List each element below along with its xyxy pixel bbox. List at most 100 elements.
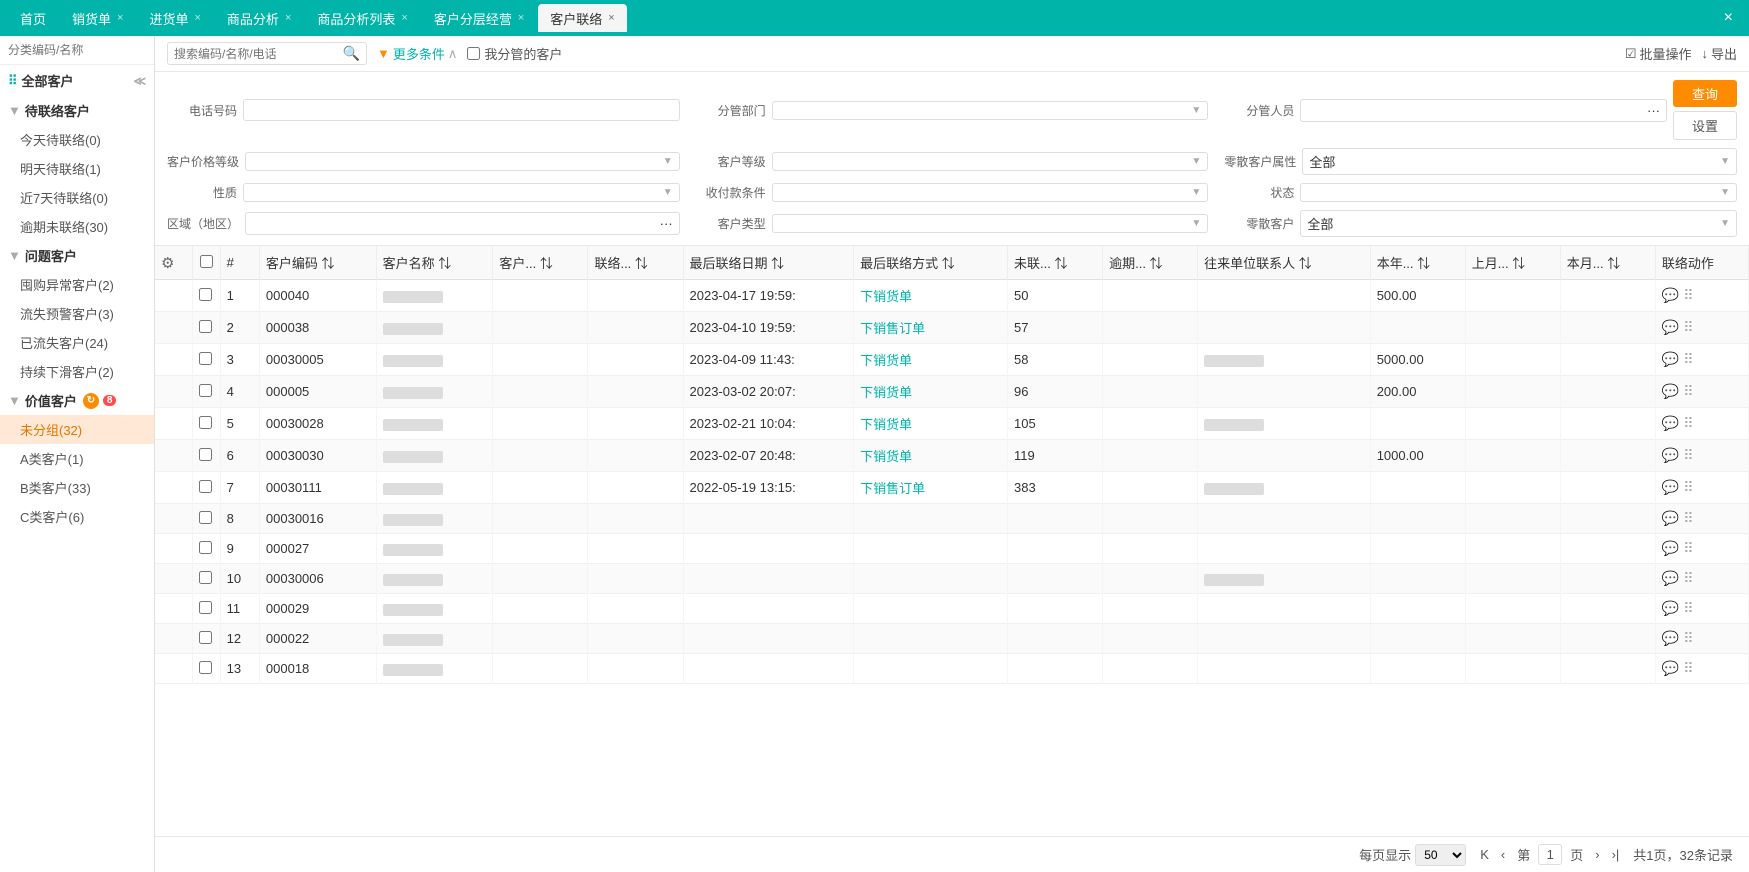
sidebar-item-churned[interactable]: 已流失客户(24) <box>0 328 154 357</box>
row-checkbox[interactable] <box>199 571 212 584</box>
filter-select-payment[interactable]: ▼ <box>772 183 1209 202</box>
grid-icon[interactable]: ⠿ <box>1683 351 1693 368</box>
select-all-checkbox[interactable] <box>200 255 213 268</box>
filter-search-icon[interactable]: 🔍 <box>343 45 360 62</box>
sidebar-item-tomorrow-pending[interactable]: 明天待联络(1) <box>0 154 154 183</box>
th-type[interactable]: 客户... ⇅ <box>493 246 588 280</box>
sidebar-item-class-c[interactable]: C类客户(6) <box>0 502 154 531</box>
row-last-method[interactable]: 下销货单 <box>860 289 912 304</box>
grid-icon[interactable]: ⠿ <box>1683 415 1693 432</box>
row-checkbox[interactable] <box>199 320 212 333</box>
th-code[interactable]: 客户编码 ⇅ <box>259 246 376 280</box>
row-checkbox[interactable] <box>199 480 212 493</box>
th-last-month[interactable]: 上月... ⇅ <box>1465 246 1560 280</box>
filter-select-dept[interactable]: ▼ <box>772 101 1209 120</box>
sidebar-all-customers[interactable]: ⠿ 全部客户 ≪ <box>0 65 154 96</box>
sidebar-item-class-a[interactable]: A类客户(1) <box>0 444 154 473</box>
grid-icon[interactable]: ⠿ <box>1683 540 1693 557</box>
row-checkbox[interactable] <box>199 352 212 365</box>
nav-tab-sales[interactable]: 销货单 × <box>60 4 135 32</box>
chat-icon[interactable]: 💬 <box>1662 570 1679 587</box>
row-checkbox[interactable] <box>199 661 212 674</box>
reset-button[interactable]: 设置 <box>1673 111 1737 140</box>
sidebar-item-today-pending[interactable]: 今天待联络(0) <box>0 125 154 154</box>
filter-select-customer-level[interactable]: ▼ <box>772 152 1209 171</box>
close-all-button[interactable]: × <box>1716 9 1741 27</box>
th-year-amount[interactable]: 本年... ⇅ <box>1370 246 1465 280</box>
grid-icon[interactable]: ⠿ <box>1683 319 1693 336</box>
th-last-method[interactable]: 最后联络方式 ⇅ <box>854 246 1008 280</box>
nav-tab-goods-analysis[interactable]: 商品分析 × <box>215 4 303 32</box>
th-settings[interactable]: ⚙ <box>155 246 192 280</box>
chat-icon[interactable]: 💬 <box>1662 351 1679 368</box>
my-customers-checkbox-container[interactable]: 我分管的客户 <box>467 44 562 63</box>
row-checkbox[interactable] <box>199 416 212 429</box>
th-no-contact[interactable]: 未联... ⇅ <box>1008 246 1103 280</box>
row-checkbox[interactable] <box>199 631 212 644</box>
prev-page-btn[interactable]: ‹ <box>1497 845 1509 864</box>
sidebar-item-churn-warn[interactable]: 流失预警客户(3) <box>0 299 154 328</box>
filter-select-retail-attr[interactable]: 全部▼ <box>1302 148 1737 175</box>
row-checkbox[interactable] <box>199 541 212 554</box>
chat-icon[interactable]: 💬 <box>1662 600 1679 617</box>
pagesize-select[interactable]: 50 100 200 <box>1415 844 1466 866</box>
row-last-method[interactable]: 下销货单 <box>860 353 912 368</box>
th-partner-contact[interactable]: 往来单位联系人 ⇅ <box>1198 246 1371 280</box>
sidebar-item-declining[interactable]: 持续下滑客户(2) <box>0 357 154 386</box>
first-page-btn[interactable]: K <box>1476 845 1493 864</box>
filter-select-price-level[interactable]: ▼ <box>245 152 680 171</box>
nav-tab-goods-analysis-list[interactable]: 商品分析列表 × <box>305 4 419 32</box>
row-last-method[interactable]: 下销售订单 <box>860 481 925 496</box>
last-page-btn[interactable]: ›| <box>1608 845 1624 864</box>
nav-tab-purchase-close[interactable]: × <box>194 12 200 24</box>
th-contact[interactable]: 联络... ⇅ <box>588 246 683 280</box>
grid-icon[interactable]: ⠿ <box>1683 447 1693 464</box>
chat-icon[interactable]: 💬 <box>1662 287 1679 304</box>
row-last-method[interactable]: 下销货单 <box>860 449 912 464</box>
row-last-method[interactable]: 下销货单 <box>860 385 912 400</box>
chat-icon[interactable]: 💬 <box>1662 540 1679 557</box>
row-last-method[interactable]: 下销售订单 <box>860 321 925 336</box>
th-last-date[interactable]: 最后联络日期 ⇅ <box>683 246 854 280</box>
sidebar-pending-header[interactable]: ▼ 待联络客户 <box>0 96 154 125</box>
nav-tab-customer-contact[interactable]: 客户联络 × <box>538 4 626 32</box>
filter-select-customer-type[interactable]: ▼ <box>772 214 1209 233</box>
filter-search-box[interactable]: 🔍 <box>167 42 367 65</box>
grid-icon[interactable]: ⠿ <box>1683 510 1693 527</box>
grid-icon[interactable]: ⠿ <box>1683 570 1693 587</box>
query-button[interactable]: 查询 <box>1673 80 1737 107</box>
chat-icon[interactable]: 💬 <box>1662 447 1679 464</box>
filter-select-manager[interactable]: ··· <box>1300 99 1667 122</box>
sidebar-item-overdue-pending[interactable]: 逾期未联络(30) <box>0 212 154 241</box>
chat-icon[interactable]: 💬 <box>1662 479 1679 496</box>
chat-icon[interactable]: 💬 <box>1662 660 1679 677</box>
row-checkbox[interactable] <box>199 384 212 397</box>
grid-icon[interactable]: ⠿ <box>1683 660 1693 677</box>
row-checkbox[interactable] <box>199 448 212 461</box>
row-last-method[interactable]: 下销货单 <box>860 417 912 432</box>
nav-tab-customer-layer-close[interactable]: × <box>518 12 524 24</box>
filter-select-status[interactable]: ▼ <box>1300 183 1737 202</box>
grid-icon[interactable]: ⠿ <box>1683 383 1693 400</box>
chat-icon[interactable]: 💬 <box>1662 415 1679 432</box>
more-conditions-btn[interactable]: ▼ 更多条件 ∧ <box>377 44 457 63</box>
next-page-btn[interactable]: › <box>1591 845 1603 864</box>
my-customers-checkbox[interactable] <box>467 47 480 60</box>
th-this-month[interactable]: 本月... ⇅ <box>1560 246 1655 280</box>
filter-search-input[interactable] <box>174 47 339 61</box>
row-checkbox[interactable] <box>199 288 212 301</box>
sidebar-item-week-pending[interactable]: 近7天待联络(0) <box>0 183 154 212</box>
sidebar-collapse-icon[interactable]: ≪ <box>133 74 146 88</box>
nav-tab-customer-contact-close[interactable]: × <box>608 12 614 24</box>
filter-input-phone[interactable] <box>243 99 680 121</box>
sidebar-problem-header[interactable]: ▼ 问题客户 <box>0 241 154 270</box>
row-checkbox[interactable] <box>199 601 212 614</box>
filter-select-retail-customer[interactable]: 全部▼ <box>1300 210 1737 237</box>
sidebar-value-header[interactable]: ▼ 价值客户 ↻ 8 <box>0 386 154 415</box>
filter-select-property[interactable]: ▼ <box>243 183 680 202</box>
nav-tab-goods-analysis-list-close[interactable]: × <box>401 12 407 24</box>
nav-tab-sales-close[interactable]: × <box>117 12 123 24</box>
chat-icon[interactable]: 💬 <box>1662 319 1679 336</box>
export-btn[interactable]: ↓ 导出 <box>1701 44 1737 63</box>
nav-tab-purchase[interactable]: 进货单 × <box>137 4 212 32</box>
